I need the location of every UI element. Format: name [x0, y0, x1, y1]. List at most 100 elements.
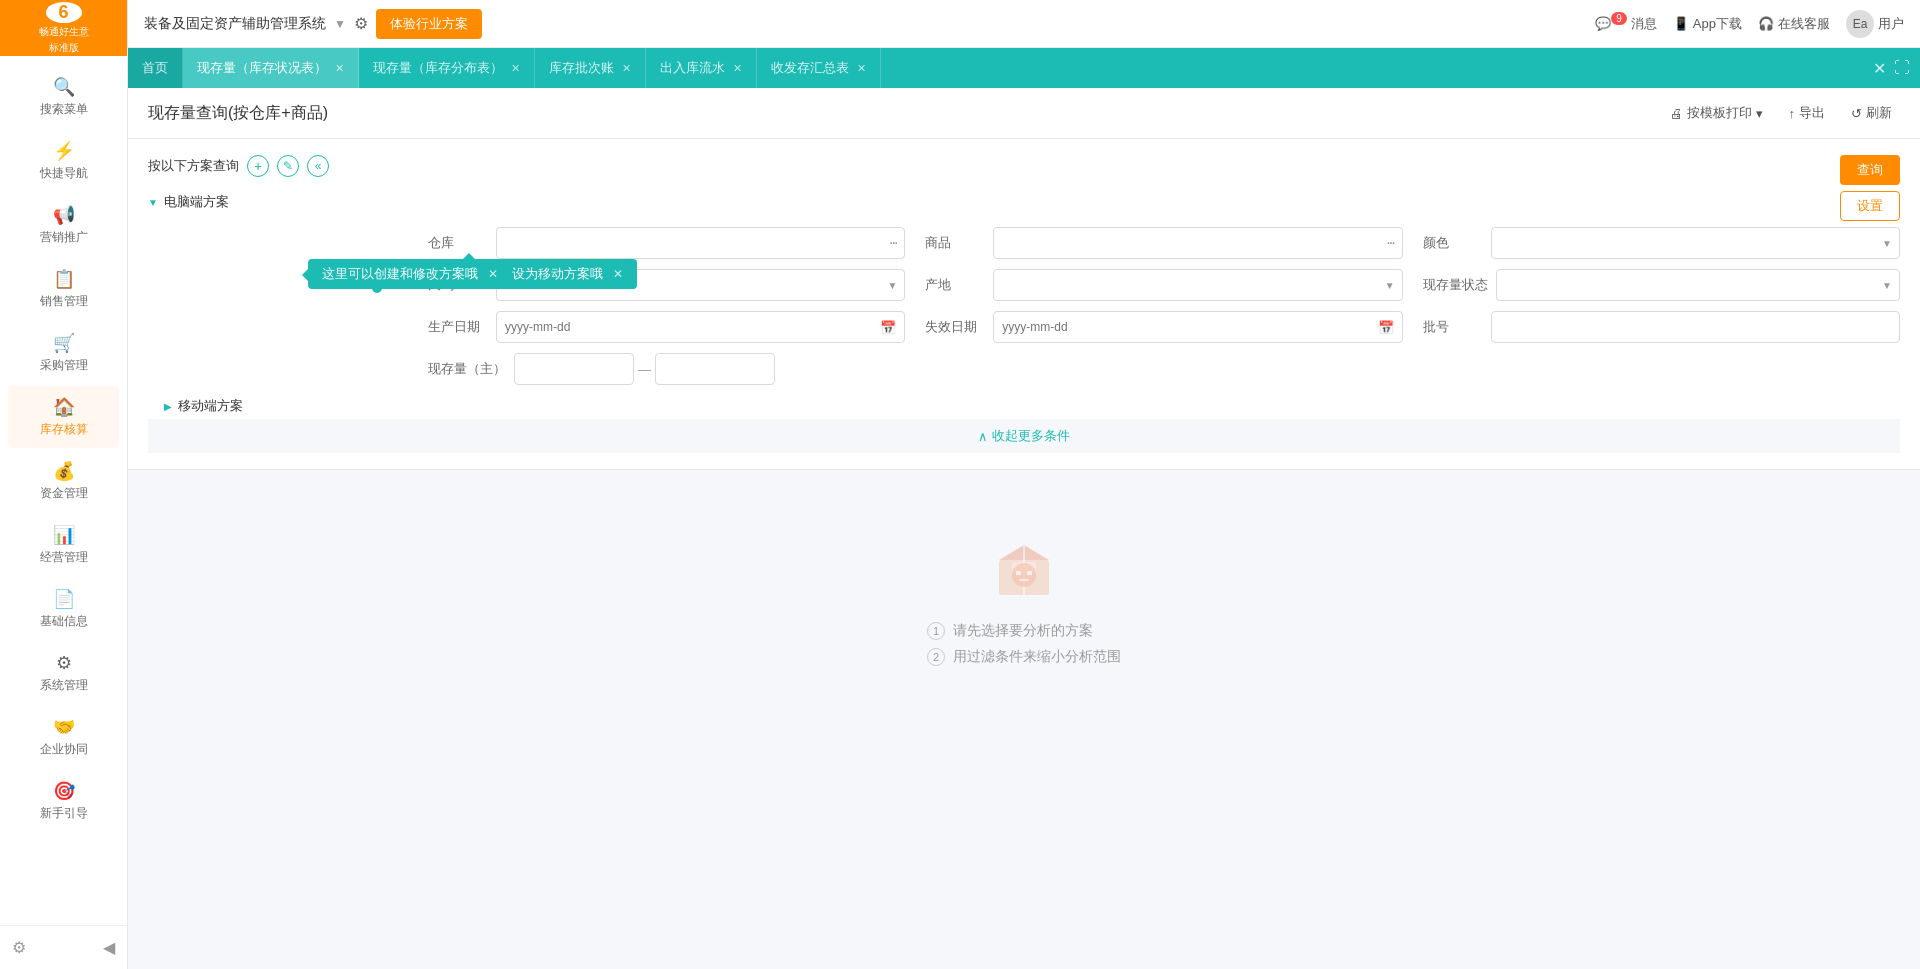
warehouse-input[interactable]: [505, 236, 885, 251]
color-select[interactable]: [1491, 227, 1900, 259]
export-btn[interactable]: ↑ 导出: [1781, 100, 1834, 126]
tab-home[interactable]: 首页: [128, 48, 183, 88]
add-scheme-btn[interactable]: +: [247, 155, 269, 177]
color-label: 颜色: [1423, 234, 1483, 252]
tab-batch-account[interactable]: 库存批次账 ✕: [535, 48, 646, 88]
industry-btn[interactable]: 体验行业方案: [376, 9, 482, 39]
collapse-sidebar-btn[interactable]: ◀: [103, 938, 115, 957]
page-header: 现存量查询(按仓库+商品) 🖨 按模板打印 ▾ ↑ 导出 ↺ 刷新: [128, 88, 1920, 139]
reset-btn[interactable]: 设置: [1840, 191, 1900, 221]
tab-inventory-status[interactable]: 现存量（库存状况表） ✕: [183, 48, 359, 88]
sidebar-item-newbie[interactable]: 🎯 新手引导: [8, 770, 119, 832]
back-scheme-btn[interactable]: «: [307, 155, 329, 177]
sidebar: 6 畅通好生意 标准版 🔍 搜索菜单 ⚡ 快捷导航 📢 营销推广 📋 销售管理 …: [0, 0, 128, 969]
empty-step-1-text: 请先选择要分析的方案: [953, 622, 1093, 640]
finance-icon: 💰: [53, 460, 75, 482]
tab-inventory-status-label: 现存量（库存状况表）: [197, 59, 327, 77]
app-download-btn[interactable]: 📱 App下载: [1673, 15, 1742, 33]
user-label: 用户: [1878, 15, 1904, 33]
print-dropdown-icon[interactable]: ▾: [1756, 106, 1763, 121]
phone-icon: 📱: [1673, 16, 1689, 31]
user-btn[interactable]: Ea 用户: [1846, 10, 1904, 38]
goods-input[interactable]: [1002, 236, 1382, 251]
goods-dots-icon[interactable]: ···: [1386, 234, 1393, 252]
edit-scheme-btn[interactable]: ✎: [277, 155, 299, 177]
exp-calendar-icon[interactable]: 📅: [1378, 320, 1394, 335]
warehouse-dots-icon[interactable]: ···: [889, 234, 896, 252]
header-left: 装备及固定资产辅助管理系统 ▼ ⚙ 体验行业方案: [144, 9, 482, 39]
sidebar-item-marketing[interactable]: 📢 营销推广: [8, 194, 119, 256]
refresh-btn[interactable]: ↺ 刷新: [1843, 100, 1900, 126]
online-support-btn[interactable]: 🎧 在线客服: [1758, 15, 1830, 33]
app-name: 装备及固定资产辅助管理系统: [144, 15, 326, 33]
sidebar-item-operations[interactable]: 📊 经营管理: [8, 514, 119, 576]
scheme-tooltip-text: 这里可以创建和修改方案哦: [322, 265, 478, 283]
notice-btn[interactable]: 💬 9 消息: [1595, 15, 1657, 33]
scheme-mobile-item: ▶ 移动端方案: [148, 393, 1900, 419]
tab-close-receive-summary[interactable]: ✕: [857, 62, 866, 75]
tab-close-inventory-dist[interactable]: ✕: [511, 62, 520, 75]
batch-label: 批号: [1423, 318, 1483, 336]
sidebar-item-sales[interactable]: 📋 销售管理: [8, 258, 119, 320]
tab-receive-summary-label: 收发存汇总表: [771, 59, 849, 77]
refresh-icon: ↺: [1851, 106, 1862, 121]
tab-inout-flow[interactable]: 出入库流水 ✕: [646, 48, 757, 88]
export-icon: ↑: [1789, 106, 1796, 121]
mfg-date-wrapper: 📅: [496, 311, 905, 343]
query-btn[interactable]: 查询: [1840, 155, 1900, 185]
batch-input[interactable]: [1491, 311, 1900, 343]
stock-qty-min[interactable]: [514, 353, 634, 385]
tab-inventory-dist[interactable]: 现存量（库存分布表） ✕: [359, 48, 535, 88]
enterprise-icon: 🤝: [53, 716, 75, 738]
avatar: Ea: [1846, 10, 1874, 38]
scheme-tooltip-close[interactable]: ✕: [488, 267, 498, 281]
tab-receive-summary[interactable]: 收发存汇总表 ✕: [757, 48, 881, 88]
sidebar-item-enterprise[interactable]: 🤝 企业协同: [8, 706, 119, 768]
origin-select[interactable]: [993, 269, 1402, 301]
inventory-icon: 🏠: [53, 396, 75, 418]
sidebar-item-quick-nav[interactable]: ⚡ 快捷导航: [8, 130, 119, 192]
tab-close-inventory-status[interactable]: ✕: [335, 62, 344, 75]
settings-btn[interactable]: ⚙: [354, 14, 368, 33]
sidebar-item-label: 采购管理: [40, 357, 88, 374]
search-label: 按以下方案查询: [148, 157, 239, 175]
scheme-item-mobile[interactable]: ▶ 移动端方案: [148, 393, 1900, 419]
collapse-label: 收起更多条件: [992, 427, 1070, 445]
tab-home-label: 首页: [142, 59, 168, 77]
tab-close-inout-flow[interactable]: ✕: [733, 62, 742, 75]
sidebar-item-label: 快捷导航: [40, 165, 88, 182]
stock-qty-max[interactable]: [655, 353, 775, 385]
app-dropdown-btn[interactable]: ▼: [334, 17, 346, 31]
tab-fullscreen-btn[interactable]: ⛶: [1894, 59, 1910, 77]
warehouse-label: 仓库: [428, 234, 488, 252]
scheme-item-pc[interactable]: ▼ 电脑端方案: [148, 189, 1900, 215]
stock-status-select[interactable]: [1496, 269, 1900, 301]
batch-field: 批号: [1423, 311, 1900, 343]
sidebar-item-basic[interactable]: 📄 基础信息: [8, 578, 119, 640]
settings-icon[interactable]: ⚙: [12, 938, 26, 957]
operations-icon: 📊: [53, 524, 75, 546]
mfg-date-input[interactable]: [505, 320, 876, 334]
search-panel-header: 按以下方案查询 + ✎ «: [148, 155, 1900, 177]
tooltip-close-btn[interactable]: ✕: [613, 267, 623, 281]
sidebar-item-inventory[interactable]: 🏠 库存核算: [8, 386, 119, 448]
print-icon: 🖨: [1670, 106, 1683, 121]
stock-qty-field: 现存量（主） —: [428, 353, 775, 385]
range-separator: —: [638, 362, 651, 377]
scheme-arrow-icon: ▼: [148, 197, 158, 208]
sidebar-nav: 🔍 搜索菜单 ⚡ 快捷导航 📢 营销推广 📋 销售管理 🛒 采购管理 🏠 库存核…: [0, 56, 127, 925]
tab-close-all-btn[interactable]: ✕: [1873, 59, 1886, 78]
sidebar-item-system[interactable]: ⚙ 系统管理: [8, 642, 119, 704]
search-grid-row1: 仓库 ··· 商品 ··· 颜色: [428, 227, 1900, 259]
exp-date-input[interactable]: [1002, 320, 1373, 334]
sidebar-item-finance[interactable]: 💰 资金管理: [8, 450, 119, 512]
sidebar-item-label: 系统管理: [40, 677, 88, 694]
mfg-calendar-icon[interactable]: 📅: [880, 320, 896, 335]
sidebar-item-search[interactable]: 🔍 搜索菜单: [8, 66, 119, 128]
print-btn[interactable]: 🖨 按模板打印 ▾: [1662, 100, 1771, 126]
sidebar-item-purchase[interactable]: 🛒 采购管理: [8, 322, 119, 384]
tab-close-batch-account[interactable]: ✕: [622, 62, 631, 75]
empty-step-1: 1 请先选择要分析的方案: [927, 622, 1121, 640]
btn-group-vertical: 查询 设置: [1840, 155, 1900, 221]
collapse-bar[interactable]: ∧ 收起更多条件: [148, 419, 1900, 453]
